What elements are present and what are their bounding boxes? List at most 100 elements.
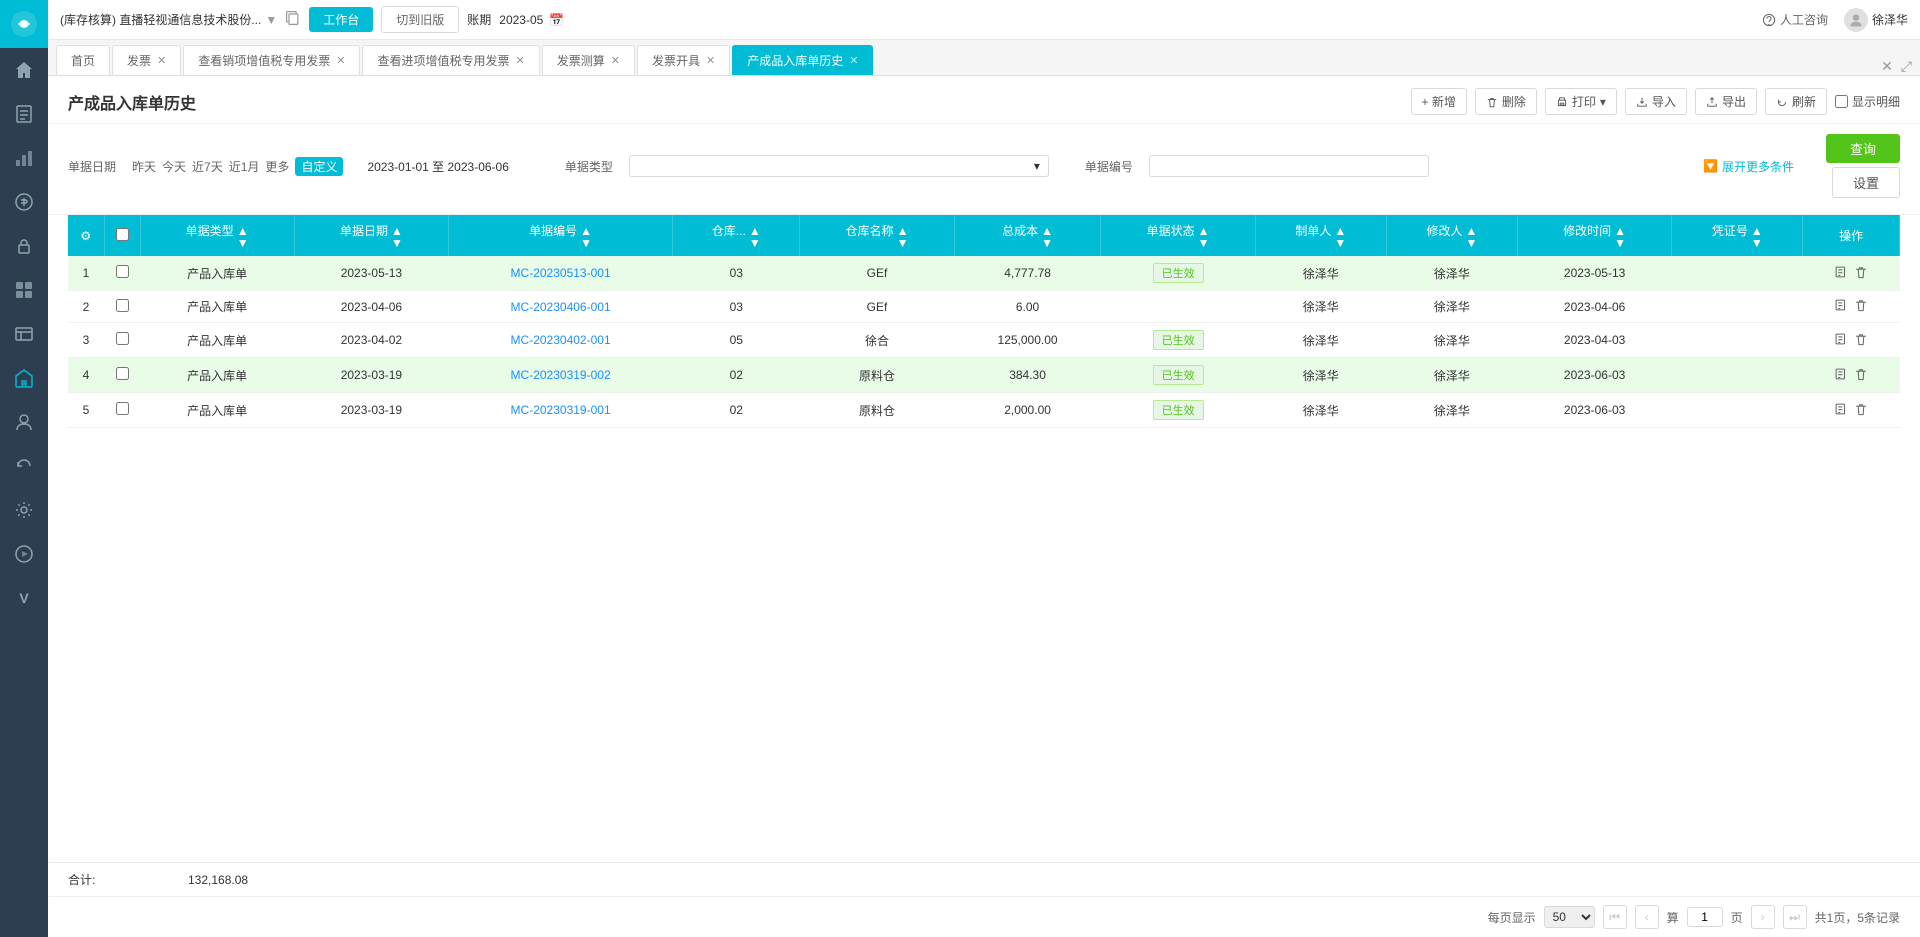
cell-number[interactable]: MC-20230319-002 — [449, 358, 673, 393]
col-number[interactable]: 单据编号▲▼ — [449, 215, 673, 256]
col-settings[interactable]: ⚙ — [68, 215, 104, 256]
print-button[interactable]: 打印 ▾ — [1545, 88, 1617, 115]
row-checkbox[interactable] — [116, 402, 129, 415]
row-edit-icon[interactable] — [1834, 367, 1848, 384]
col-wh-code[interactable]: 仓库...▲▼ — [673, 215, 800, 256]
workbench-button[interactable]: 工作台 — [309, 7, 373, 32]
tab-invoice-close[interactable]: ✕ — [157, 54, 166, 67]
col-date[interactable]: 单据日期▲▼ — [294, 215, 448, 256]
tab-invoice[interactable]: 发票 ✕ — [112, 45, 181, 75]
row-delete-icon[interactable] — [1854, 367, 1868, 384]
delete-button[interactable]: 删除 — [1475, 88, 1537, 115]
tab-sales-invoice[interactable]: 查看销项增值税专用发票 ✕ — [183, 45, 360, 75]
show-detail-checkbox[interactable] — [1835, 95, 1848, 108]
row-delete-icon[interactable] — [1854, 298, 1868, 315]
type-filter-select[interactable]: ▾ — [629, 155, 1049, 177]
col-total-cost[interactable]: 总成本▲▼ — [954, 215, 1101, 256]
tab-purchase-invoice-close[interactable]: ✕ — [516, 54, 525, 67]
sidebar-item-home[interactable] — [0, 48, 48, 92]
per-page-select[interactable]: 20 50 100 — [1544, 906, 1595, 928]
support-button[interactable]: 人工咨询 — [1762, 11, 1828, 28]
sidebar-item-docs[interactable] — [0, 92, 48, 136]
tab-expand-icon[interactable]: ⤢ — [1901, 58, 1912, 75]
cell-number[interactable]: MC-20230513-001 — [449, 256, 673, 291]
copy-icon[interactable] — [285, 10, 301, 29]
row-delete-icon[interactable] — [1854, 332, 1868, 349]
switch-version-button[interactable]: 切到旧版 — [381, 6, 459, 33]
tab-home[interactable]: 首页 — [56, 45, 110, 75]
date-opt-1month[interactable]: 近1月 — [229, 158, 260, 175]
tab-stock-in-history[interactable]: 产成品入库单历史 ✕ — [732, 45, 873, 75]
col-wh-name[interactable]: 仓库名称▲▼ — [800, 215, 954, 256]
tab-purchase-invoice[interactable]: 查看进项增值税专用发票 ✕ — [362, 45, 539, 75]
cell-checkbox[interactable] — [104, 256, 140, 291]
tab-invoice-calc[interactable]: 发票测算 ✕ — [542, 45, 635, 75]
page-number-input[interactable] — [1687, 907, 1723, 927]
cell-checkbox[interactable] — [104, 291, 140, 323]
sidebar-item-v[interactable]: V — [0, 576, 48, 620]
tab-invoice-issue[interactable]: 发票开具 ✕ — [637, 45, 730, 75]
sidebar-item-table[interactable] — [0, 312, 48, 356]
cell-checkbox[interactable] — [104, 393, 140, 428]
row-edit-icon[interactable] — [1834, 265, 1848, 282]
pagination-prev-btn[interactable]: ‹ — [1635, 905, 1659, 929]
tab-sales-invoice-close[interactable]: ✕ — [336, 54, 345, 67]
row-checkbox[interactable] — [116, 299, 129, 312]
row-delete-icon[interactable] — [1854, 402, 1868, 419]
query-button[interactable]: 查询 — [1826, 134, 1900, 163]
sidebar-item-play[interactable] — [0, 532, 48, 576]
new-button[interactable]: + 新增 — [1411, 88, 1467, 115]
settings-icon[interactable]: ⚙ — [80, 229, 91, 243]
row-edit-icon[interactable] — [1834, 402, 1848, 419]
print-dropdown-icon[interactable]: ▾ — [1600, 95, 1606, 109]
tab-stock-in-history-close[interactable]: ✕ — [849, 54, 858, 67]
row-checkbox[interactable] — [116, 367, 129, 380]
tab-invoice-calc-close[interactable]: ✕ — [611, 54, 620, 67]
cell-number[interactable]: MC-20230402-001 — [449, 323, 673, 358]
select-all-checkbox[interactable] — [116, 228, 129, 241]
number-filter-input[interactable] — [1149, 155, 1429, 177]
app-logo[interactable] — [0, 0, 48, 48]
sidebar-item-people[interactable] — [0, 400, 48, 444]
tab-close-all-icon[interactable]: ✕ — [1881, 58, 1893, 75]
col-modify-time[interactable]: 修改时间▲▼ — [1517, 215, 1671, 256]
expand-filter-btn[interactable]: 🔽 展开更多条件 — [1703, 158, 1794, 175]
sidebar-item-settings[interactable] — [0, 488, 48, 532]
set-button[interactable]: 设置 — [1832, 167, 1900, 198]
tab-invoice-issue-close[interactable]: ✕ — [706, 54, 715, 67]
row-edit-icon[interactable] — [1834, 298, 1848, 315]
col-modifier[interactable]: 修改人▲▼ — [1386, 215, 1517, 256]
date-opt-more[interactable]: 更多 — [265, 158, 289, 175]
pagination-last-btn[interactable]: ⏭ — [1783, 905, 1807, 929]
sidebar-item-refresh[interactable] — [0, 444, 48, 488]
user-menu[interactable]: 徐泽华 — [1844, 8, 1908, 32]
col-voucher[interactable]: 凭证号▲▼ — [1672, 215, 1803, 256]
date-opt-today[interactable]: 今天 — [162, 158, 186, 175]
company-selector[interactable]: (库存核算) 直播轻视通信息技术股份... ▼ — [60, 11, 277, 28]
cell-number[interactable]: MC-20230406-001 — [449, 291, 673, 323]
sidebar-item-lock[interactable] — [0, 224, 48, 268]
date-opt-yesterday[interactable]: 昨天 — [132, 158, 156, 175]
export-button[interactable]: 导出 — [1695, 88, 1757, 115]
row-delete-icon[interactable] — [1854, 265, 1868, 282]
col-status[interactable]: 单据状态▲▼ — [1101, 215, 1255, 256]
sidebar-item-warehouse[interactable] — [0, 356, 48, 400]
cell-checkbox[interactable] — [104, 323, 140, 358]
sidebar-item-finance[interactable] — [0, 180, 48, 224]
col-creator[interactable]: 制单人▲▼ — [1255, 215, 1386, 256]
date-opt-7days[interactable]: 近7天 — [192, 158, 223, 175]
import-button[interactable]: 导入 — [1625, 88, 1687, 115]
sidebar-item-chart[interactable] — [0, 136, 48, 180]
date-opt-custom[interactable]: 自定义 — [295, 157, 343, 176]
row-checkbox[interactable] — [116, 265, 129, 278]
pagination-first-btn[interactable]: ⏮ — [1603, 905, 1627, 929]
col-checkbox[interactable] — [104, 215, 140, 256]
cell-number[interactable]: MC-20230319-001 — [449, 393, 673, 428]
col-type[interactable]: 单据类型▲▼ — [140, 215, 294, 256]
refresh-button[interactable]: 刷新 — [1765, 88, 1827, 115]
pagination-next-btn[interactable]: › — [1751, 905, 1775, 929]
row-edit-icon[interactable] — [1834, 332, 1848, 349]
cell-checkbox[interactable] — [104, 358, 140, 393]
row-checkbox[interactable] — [116, 332, 129, 345]
sidebar-item-grid[interactable] — [0, 268, 48, 312]
